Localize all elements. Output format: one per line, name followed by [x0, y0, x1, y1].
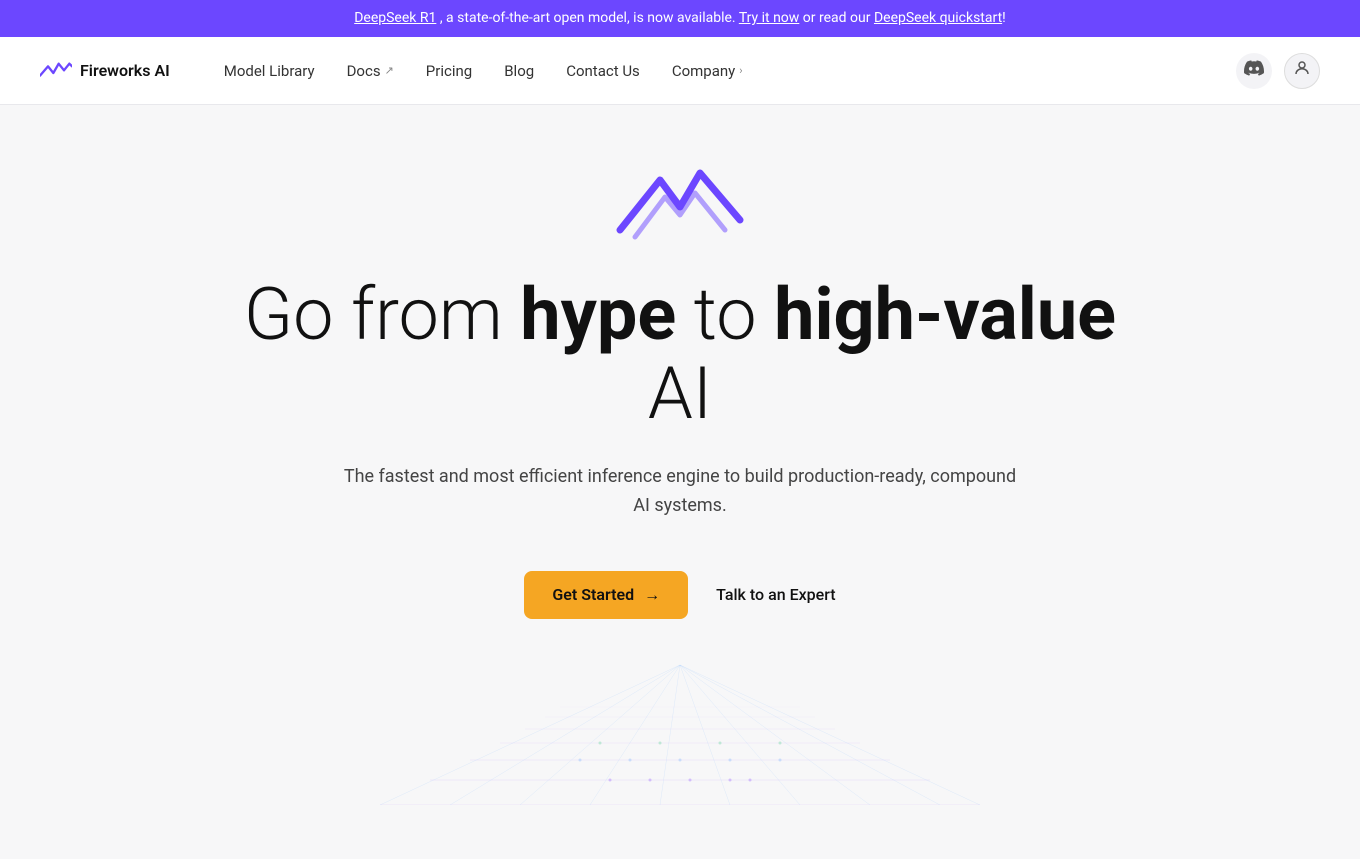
user-account-button[interactable] — [1284, 53, 1320, 89]
nav-blog[interactable]: Blog — [490, 54, 548, 88]
nav-company[interactable]: Company › — [658, 54, 757, 88]
talk-expert-label: Talk to an Expert — [716, 585, 835, 604]
user-icon — [1293, 59, 1311, 82]
deepseek-r1-link[interactable]: DeepSeek R1 — [354, 10, 436, 26]
nav-blog-label: Blog — [504, 62, 534, 80]
announcement-banner: DeepSeek R1 , a state-of-the-art open mo… — [0, 0, 1360, 37]
nav-pricing-label: Pricing — [426, 62, 472, 80]
grid-visualization — [230, 605, 1130, 805]
hero-title-part1: Go from — [244, 272, 520, 357]
chevron-down-icon: › — [739, 64, 742, 77]
discord-icon — [1244, 58, 1264, 83]
try-now-text[interactable]: Try it now — [739, 10, 800, 26]
discord-button[interactable] — [1236, 53, 1272, 89]
grid-svg — [230, 605, 1130, 805]
hero-title: Go from hype to high-value AI — [230, 275, 1130, 433]
hero-title-part3: AI — [648, 351, 712, 436]
hero-section: Go from hype to high-value AI The fastes… — [0, 105, 1360, 805]
hero-title-part2: to — [676, 272, 774, 357]
nav-company-label: Company — [672, 62, 735, 80]
nav-docs-label: Docs — [347, 62, 381, 80]
arrow-right-icon: → — [644, 585, 660, 605]
hero-subtitle: The fastest and most efficient inference… — [340, 463, 1020, 521]
nav-docs[interactable]: Docs ↗ — [333, 54, 408, 88]
nav-contact-us[interactable]: Contact Us — [552, 54, 654, 88]
header-actions — [1236, 53, 1320, 89]
hero-title-bold2: high-value — [774, 272, 1116, 357]
banner-text2: or read our — [803, 10, 874, 26]
banner-text: , a state-of-the-art open model, is now … — [440, 10, 736, 26]
hero-title-bold1: hype — [520, 272, 676, 357]
deepseek-quickstart-link[interactable]: DeepSeek quickstart — [874, 10, 1002, 26]
fireworks-logo-icon — [40, 61, 72, 81]
nav-pricing[interactable]: Pricing — [412, 54, 486, 88]
hero-logo-icon — [610, 165, 750, 245]
main-header: Fireworks AI Model Library Docs ↗ Pricin… — [0, 37, 1360, 105]
logo-text: Fireworks AI — [80, 61, 170, 80]
get-started-label: Get Started — [552, 585, 634, 604]
nav-model-library[interactable]: Model Library — [210, 54, 329, 88]
nav-contact-us-label: Contact Us — [566, 62, 640, 80]
external-link-icon: ↗ — [385, 64, 394, 77]
nav-model-library-label: Model Library — [224, 62, 315, 80]
logo-link[interactable]: Fireworks AI — [40, 61, 170, 81]
talk-to-expert-button[interactable]: Talk to an Expert — [716, 585, 835, 604]
main-nav: Model Library Docs ↗ Pricing Blog Contac… — [210, 54, 1236, 88]
banner-exclaim: ! — [1002, 10, 1006, 26]
